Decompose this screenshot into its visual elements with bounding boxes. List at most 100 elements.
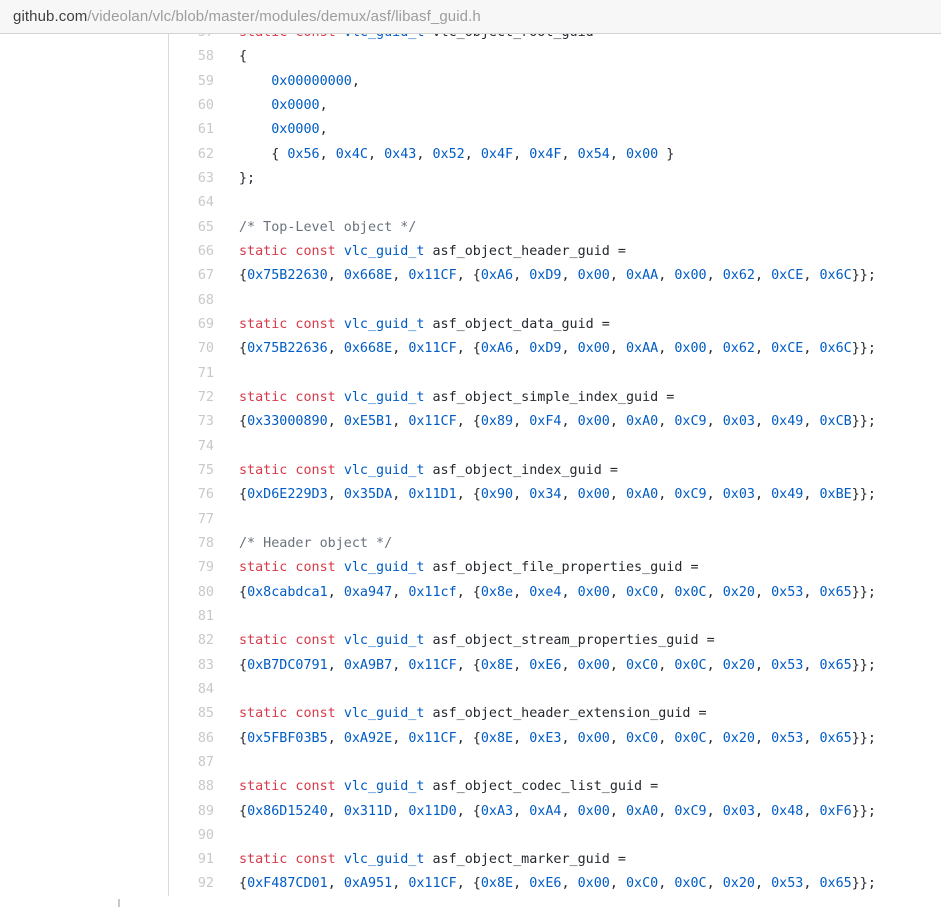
plain-token: ,: [609, 876, 626, 892]
hex-constant-token: 0x8cabdca1: [247, 584, 328, 600]
code-text: {0x75B22636, 0x668E, 0x11CF, {0xA6, 0xD9…: [214, 337, 876, 361]
plain-token: asf_object_marker_guid =: [424, 852, 626, 868]
hex-constant-token: 0x6C: [819, 268, 852, 284]
hex-constant-token: 0x20: [722, 657, 755, 673]
code-text: 0x0000,: [214, 118, 327, 142]
line-number[interactable]: 80: [169, 581, 214, 605]
line-number[interactable]: 86: [169, 727, 214, 751]
hex-constant-token: 0x00: [577, 487, 610, 503]
code-line: 72 static const vlc_guid_t asf_object_sim…: [169, 386, 941, 410]
hex-constant-token: 0x75B22636: [247, 341, 328, 357]
plain-token: ,: [513, 584, 530, 600]
line-number[interactable]: 90: [169, 824, 214, 848]
hex-constant-token: 0x668E: [343, 341, 393, 357]
hex-constant-token: 0x35DA: [343, 487, 393, 503]
hex-constant-token: 0x62: [722, 341, 755, 357]
line-number[interactable]: 92: [169, 872, 214, 896]
plain-token: }: [658, 146, 675, 162]
plain-token: , {: [456, 730, 481, 746]
hex-constant-token: 0x65: [819, 657, 852, 673]
hex-constant-token: 0xC9: [674, 414, 707, 430]
line-number[interactable]: 78: [169, 532, 214, 556]
line-number[interactable]: 66: [169, 240, 214, 264]
hex-constant-token: 0xBE: [819, 487, 852, 503]
hex-constant-token: 0xD9: [529, 268, 562, 284]
line-number[interactable]: 77: [169, 508, 214, 532]
plain-token: ,: [609, 803, 626, 819]
plain-token: ,: [327, 657, 344, 673]
plain-token: ,: [658, 268, 675, 284]
hex-constant-token: 0x20: [722, 584, 755, 600]
line-number[interactable]: 57: [169, 34, 214, 45]
code-line: 82 static const vlc_guid_t asf_object_str…: [169, 629, 941, 653]
plain-token: asf_object_stream_properties_guid =: [424, 633, 715, 649]
hex-constant-token: 0x668E: [343, 268, 393, 284]
browser-address-bar[interactable]: github.com/videolan/vlc/blob/master/modu…: [0, 0, 941, 34]
keyword-token: static const: [239, 34, 336, 40]
line-number[interactable]: 89: [169, 800, 214, 824]
line-number[interactable]: 69: [169, 313, 214, 337]
hex-constant-token: 0x00: [577, 341, 610, 357]
plain-token: ,: [392, 657, 409, 673]
line-number[interactable]: 82: [169, 629, 214, 653]
code-line: 85 static const vlc_guid_t asf_object_hea…: [169, 702, 941, 726]
hex-constant-token: 0x03: [722, 414, 755, 430]
line-number[interactable]: 62: [169, 143, 214, 167]
line-number[interactable]: 88: [169, 775, 214, 799]
line-number[interactable]: 64: [169, 191, 214, 215]
type-token: vlc_guid_t: [343, 243, 425, 259]
hex-constant-token: 0xCE: [771, 341, 804, 357]
plain-token: ,: [561, 146, 578, 162]
hex-constant-token: 0x52: [432, 146, 465, 162]
hex-constant-token: 0xE6: [529, 657, 562, 673]
line-number[interactable]: 72: [169, 386, 214, 410]
line-number[interactable]: 87: [169, 751, 214, 775]
line-number[interactable]: 74: [169, 435, 214, 459]
line-number[interactable]: 71: [169, 362, 214, 386]
type-token: vlc_guid_t: [343, 560, 425, 576]
line-number[interactable]: 84: [169, 678, 214, 702]
line-number[interactable]: 79: [169, 556, 214, 580]
code-text: static const vlc_guid_t asf_object_file_…: [214, 556, 699, 580]
code-line: 62 { 0x56, 0x4C, 0x43, 0x52, 0x4F, 0x4F,…: [169, 143, 941, 167]
hex-constant-token: 0x8e: [480, 584, 514, 600]
line-number[interactable]: 58: [169, 45, 214, 69]
hex-constant-token: 0x8E: [480, 657, 514, 673]
code-line: 92 {0xF487CD01, 0xA951, 0x11CF, {0x8E, 0x…: [169, 872, 941, 896]
line-number[interactable]: 59: [169, 70, 214, 94]
code-text: static const vlc_guid_t asf_object_marke…: [214, 848, 626, 872]
line-number[interactable]: 73: [169, 410, 214, 434]
line-number[interactable]: 65: [169, 216, 214, 240]
line-number[interactable]: 76: [169, 483, 214, 507]
plain-token: {: [239, 414, 248, 430]
hex-constant-token: 0xE6: [529, 876, 562, 892]
hex-constant-token: 0x11CF: [408, 876, 457, 892]
plain-token: {: [239, 657, 248, 673]
plain-token: ,: [513, 730, 530, 746]
code-line: 73 {0x33000890, 0xE5B1, 0x11CF, {0x89, 0x…: [169, 410, 941, 434]
code-line: 91 static const vlc_guid_t asf_object_mar…: [169, 848, 941, 872]
line-number[interactable]: 63: [169, 167, 214, 191]
line-number[interactable]: 91: [169, 848, 214, 872]
plain-token: ,: [609, 146, 626, 162]
line-number[interactable]: 68: [169, 289, 214, 313]
plain-token: ,: [392, 341, 409, 357]
line-number[interactable]: 70: [169, 337, 214, 361]
hex-constant-token: 0x11D0: [408, 803, 457, 819]
line-number[interactable]: 60: [169, 94, 214, 118]
line-number[interactable]: 61: [169, 118, 214, 142]
line-number[interactable]: 67: [169, 264, 214, 288]
plain-token: ,: [658, 657, 675, 673]
line-number[interactable]: 83: [169, 654, 214, 678]
line-number[interactable]: 81: [169, 605, 214, 629]
line-number[interactable]: 75: [169, 459, 214, 483]
plain-token: ,: [755, 657, 772, 673]
line-number[interactable]: 85: [169, 702, 214, 726]
plain-token: ,: [513, 341, 530, 357]
